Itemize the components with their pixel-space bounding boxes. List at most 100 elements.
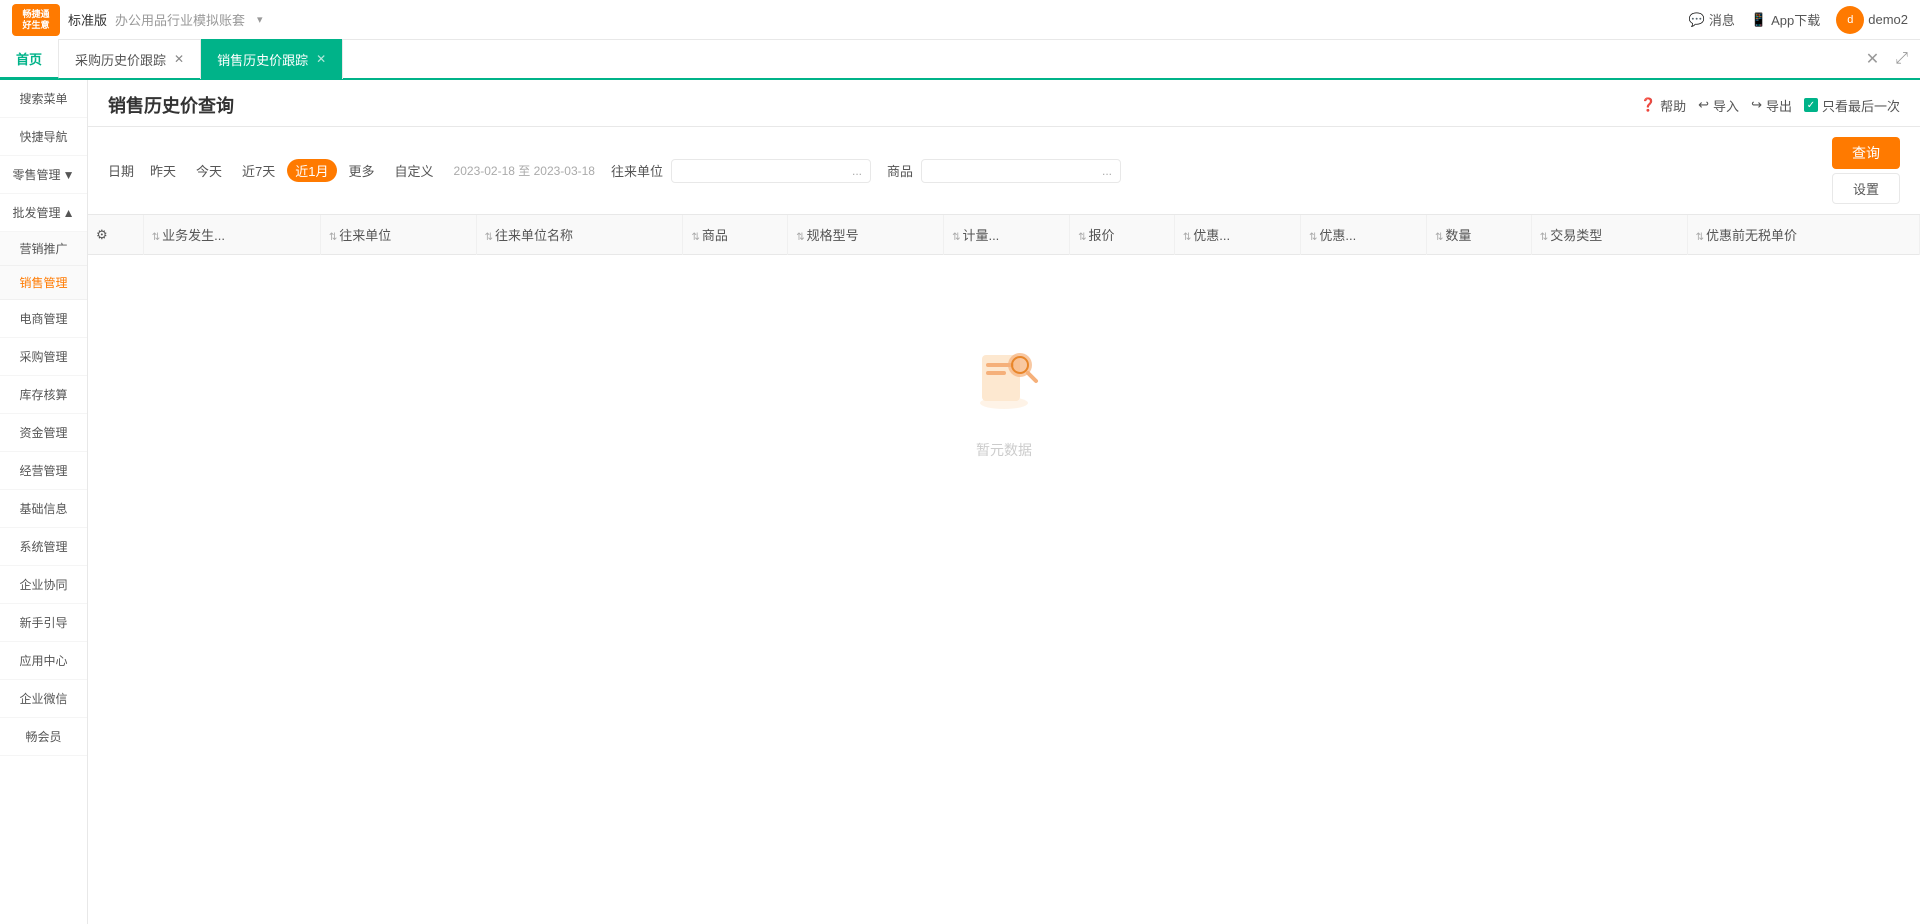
gear-icon: ⚙ [96,227,108,242]
th-partner-name[interactable]: ⇅往来单位名称 [476,215,683,255]
tab-sales[interactable]: 销售历史价跟踪 ✕ [201,39,343,79]
table-header-row: ⚙ ⇅业务发生... ⇅往来单位 ⇅往来单位名称 ⇅商品 ⇅规格型号 ⇅计量..… [88,215,1920,255]
date-btn-7days[interactable]: 近7天 [234,159,283,182]
th-partner-code[interactable]: ⇅往来单位 [320,215,476,255]
goods-input[interactable]: ... [921,159,1121,183]
goods-input-dots: ... [1102,164,1112,178]
th-qty[interactable]: ⇅数量 [1427,215,1532,255]
app-selector-arrow[interactable]: ▾ [257,13,263,26]
filter-actions-column: 查询 设置 [1832,137,1900,204]
sidebar-item-retail[interactable]: 零售管理 ▼ [0,156,87,194]
topbar: 畅捷通好生意 标准版 办公用品行业模拟账套 ▾ 💬 消息 📱 App下载 d d… [0,0,1920,40]
sidebar-item-wholesale[interactable]: 批发管理 ▲ [0,194,87,232]
th-pre-tax-price[interactable]: ⇅优惠前无税单价 [1687,215,1919,255]
import-icon: ↩ [1698,97,1709,113]
th-goods[interactable]: ⇅商品 [683,215,788,255]
sidebar-item-quick[interactable]: 快捷导航 [0,118,87,156]
sidebar-item-enterprise[interactable]: 企业协同 [0,566,87,604]
empty-icon [964,335,1044,432]
message-icon: 💬 [1689,12,1705,28]
tabs-bar: 首页 采购历史价跟踪 ✕ 销售历史价跟踪 ✕ ✕ ⤢ [0,40,1920,80]
sidebar-item-search[interactable]: 搜索菜单 [0,80,87,118]
query-button[interactable]: 查询 [1832,137,1900,169]
date-label: 日期 [108,161,134,180]
sidebar-wholesale-arrow: ▲ [63,206,75,220]
page-title: 销售历史价查询 [108,92,234,118]
page-header: 销售历史价查询 ❓ 帮助 ↩ 导入 ↪ 导出 [88,80,1920,127]
only-last-checkbox[interactable]: 只看最后一次 [1804,96,1900,115]
empty-text: 暂元数据 [976,440,1032,460]
sidebar-retail-label: 零售管理 [13,166,61,183]
date-btn-today[interactable]: 今天 [188,159,230,182]
tab-sales-close[interactable]: ✕ [316,52,326,66]
th-discount1[interactable]: ⇅优惠... [1174,215,1300,255]
tab-purchase-label: 采购历史价跟踪 [75,50,166,69]
import-button[interactable]: ↩ 导入 [1698,96,1739,115]
tab-home[interactable]: 首页 [0,39,59,79]
date-range-display: 2023-02-18 至 2023-03-18 [454,162,595,179]
date-btn-yesterday[interactable]: 昨天 [142,159,184,182]
logo-text: 畅捷通好生意 [22,9,49,31]
sidebar-item-ecommerce[interactable]: 电商管理 [0,300,87,338]
goods-filter-group: 商品 ... [887,159,1121,183]
sidebar-item-system[interactable]: 系统管理 [0,528,87,566]
th-biz-date[interactable]: ⇅业务发生... [143,215,320,255]
sidebar-item-guide[interactable]: 新手引导 [0,604,87,642]
tabsbar-actions: ✕ ⤢ [1862,45,1920,73]
tab-purchase[interactable]: 采购历史价跟踪 ✕ [59,39,201,79]
logo: 畅捷通好生意 [12,4,60,36]
data-table: ⚙ ⇅业务发生... ⇅往来单位 ⇅往来单位名称 ⇅商品 ⇅规格型号 ⇅计量..… [88,215,1920,255]
download-button[interactable]: 📱 App下载 [1751,10,1820,29]
sidebar-item-wechat[interactable]: 企业微信 [0,680,87,718]
user-menu[interactable]: d demo2 [1836,6,1908,34]
avatar: d [1836,6,1864,34]
message-button[interactable]: 💬 消息 [1689,10,1735,29]
sidebar-wholesale-label: 批发管理 [13,204,61,221]
sidebar-item-apps[interactable]: 应用中心 [0,642,87,680]
date-btn-more[interactable]: 更多 [341,159,383,182]
date-btn-custom[interactable]: 自定义 [387,159,442,182]
partner-input[interactable]: ... [671,159,871,183]
empty-state: 暂元数据 [88,255,1920,540]
th-gear[interactable]: ⚙ [88,215,143,255]
th-discount2[interactable]: ⇅优惠... [1300,215,1426,255]
expand-button[interactable]: ⤢ [1891,46,1912,72]
date-buttons: 昨天 今天 近7天 近1月 更多 自定义 [142,159,442,182]
partner-label: 往来单位 [611,161,663,180]
sidebar-item-purchase-mgmt[interactable]: 采购管理 [0,338,87,376]
topbar-right: 💬 消息 📱 App下载 d demo2 [1689,6,1908,34]
sidebar-item-marketing[interactable]: 营销推广 [0,232,87,266]
sidebar-item-basic[interactable]: 基础信息 [0,490,87,528]
sidebar: 搜索菜单 快捷导航 零售管理 ▼ 批发管理 ▲ 营销推广 销售管理 电商管理 采… [0,80,88,924]
th-price[interactable]: ⇅报价 [1070,215,1175,255]
download-icon: 📱 [1751,12,1767,28]
filter-bar: 日期 昨天 今天 近7天 近1月 更多 自定义 2023-02-18 至 202… [88,127,1920,215]
main-layout: 搜索菜单 快捷导航 零售管理 ▼ 批发管理 ▲ 营销推广 销售管理 电商管理 采… [0,80,1920,924]
tab-purchase-close[interactable]: ✕ [174,52,184,66]
goods-label: 商品 [887,161,913,180]
th-trade-type[interactable]: ⇅交易类型 [1531,215,1687,255]
sidebar-item-inventory[interactable]: 库存核算 [0,376,87,414]
app-title: 标准版 [68,10,107,29]
app-selector[interactable]: 办公用品行业模拟账套 [115,10,245,29]
th-spec[interactable]: ⇅规格型号 [788,215,944,255]
partner-filter-group: 往来单位 ... [611,159,871,183]
tab-home-label: 首页 [16,49,42,68]
page-title-row: 销售历史价查询 ❓ 帮助 ↩ 导入 ↪ 导出 [108,92,1900,118]
partner-input-dots: ... [852,164,862,178]
date-filter-group: 日期 昨天 今天 近7天 近1月 更多 自定义 2023-02-18 至 202… [108,159,595,182]
export-button[interactable]: ↪ 导出 [1751,96,1792,115]
tab-sales-label: 销售历史价跟踪 [217,50,308,69]
content-area: 销售历史价查询 ❓ 帮助 ↩ 导入 ↪ 导出 [88,80,1920,924]
setting-button[interactable]: 设置 [1832,173,1900,204]
sidebar-item-sales-mgmt[interactable]: 销售管理 [0,266,87,300]
sidebar-retail-arrow: ▼ [63,168,75,182]
sidebar-item-finance[interactable]: 资金管理 [0,414,87,452]
date-btn-1month[interactable]: 近1月 [287,159,336,182]
help-icon: ❓ [1640,97,1656,113]
th-unit[interactable]: ⇅计量... [944,215,1070,255]
sidebar-item-operation[interactable]: 经营管理 [0,452,87,490]
help-button[interactable]: ❓ 帮助 [1640,96,1686,115]
close-all-button[interactable]: ✕ [1862,45,1883,73]
sidebar-item-member[interactable]: 畅会员 [0,718,87,756]
